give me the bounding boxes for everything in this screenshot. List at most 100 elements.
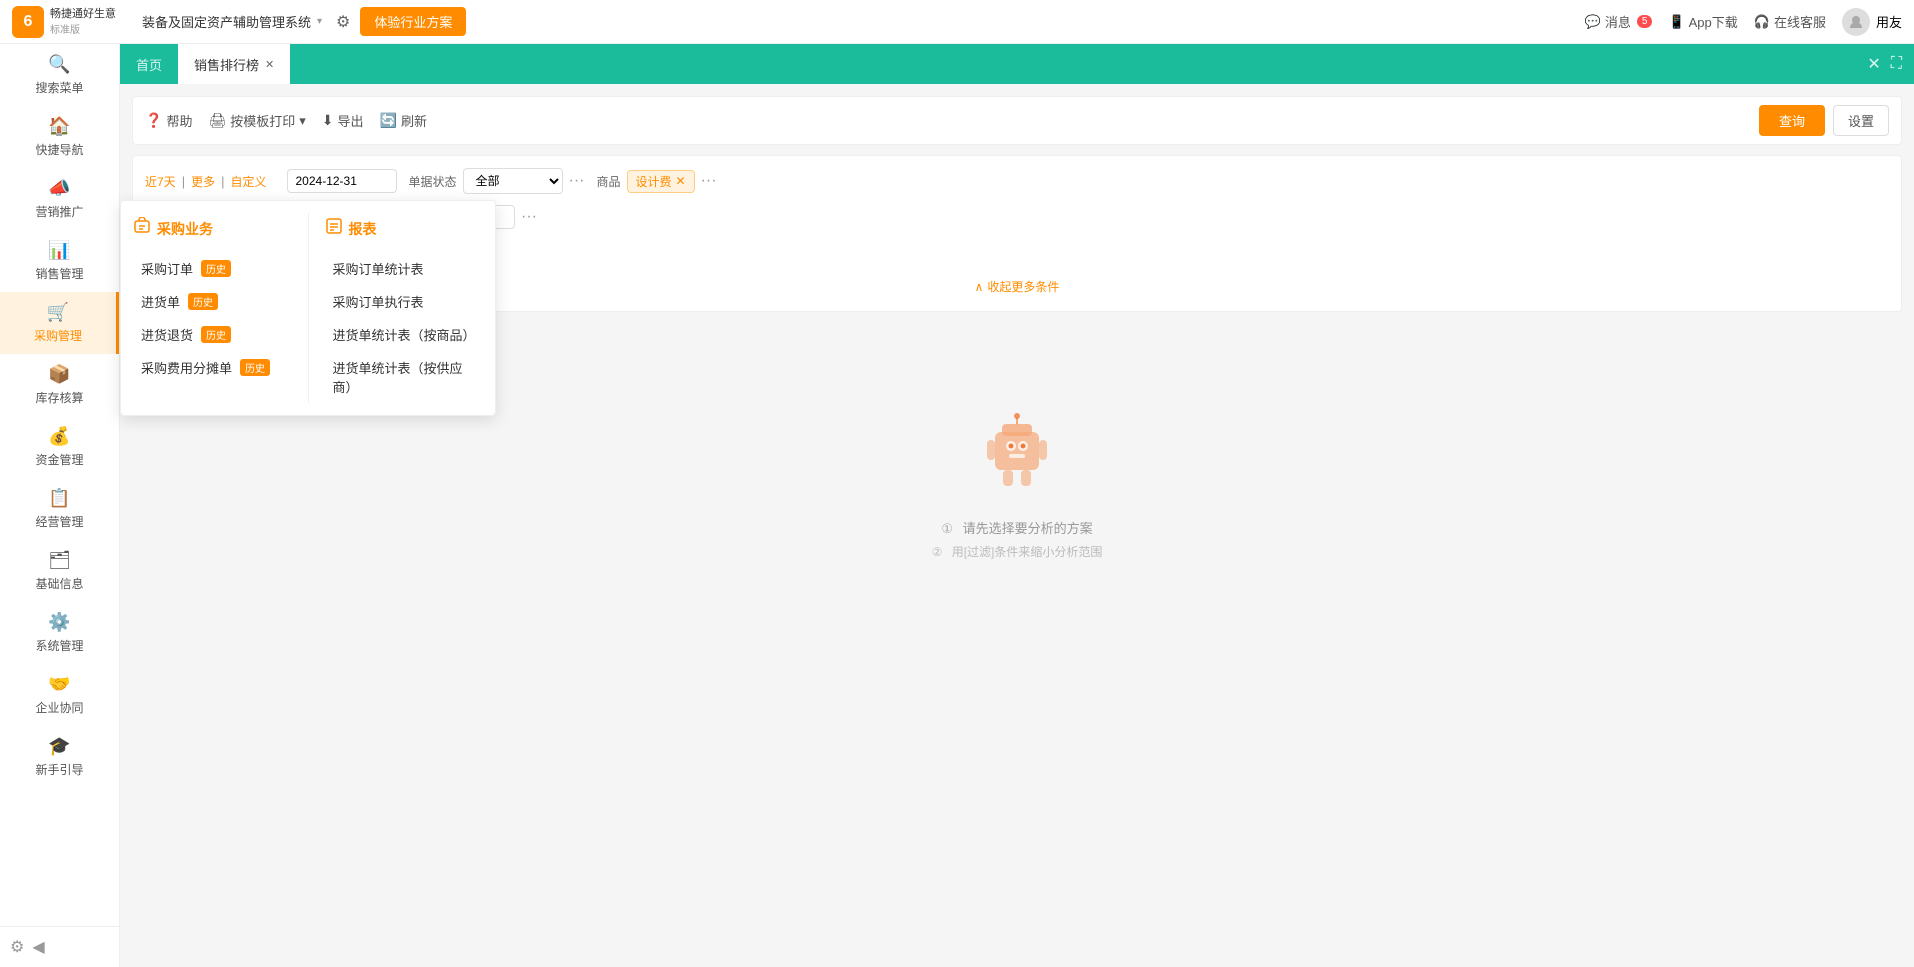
export-icon: ⬇ xyxy=(322,112,334,129)
marketing-icon: 📣 xyxy=(48,178,70,199)
sidebar-item-operation[interactable]: 📋 经营管理 xyxy=(0,478,119,540)
sidebar-label-finance: 资金管理 xyxy=(35,451,83,468)
cost-badge: 历史 xyxy=(240,359,270,376)
search-icon: 🔍 xyxy=(48,54,70,75)
goods-ellipsis[interactable]: ··· xyxy=(701,172,717,190)
sidebar-item-sales[interactable]: 📊 销售管理 xyxy=(0,230,119,292)
export-btn[interactable]: ⬇ 导出 xyxy=(322,111,364,130)
sidebar-label-purchase: 采购管理 xyxy=(34,327,82,344)
app-icon: 📱 xyxy=(1668,14,1684,30)
sidebar-item-collab[interactable]: 🤝 企业协同 xyxy=(0,664,119,726)
doc-status-select[interactable]: 全部 xyxy=(463,168,563,194)
report-section-title: 报表 xyxy=(325,213,484,244)
sidebar-item-inventory[interactable]: 📦 库存核算 xyxy=(0,354,119,416)
filter-date: 近7天 | 更多 | 自定义 xyxy=(145,169,397,193)
tab-bar: 首页 销售排行榜 ✕ ✕ ⛶ xyxy=(120,44,1914,84)
doc-status-ellipsis[interactable]: ··· xyxy=(569,172,585,190)
operation-icon: 📋 xyxy=(48,488,70,509)
goods-tag-close[interactable]: ✕ xyxy=(676,174,686,188)
purchase-icon: 🛒 xyxy=(47,302,69,323)
sidebar-label-collab: 企业协同 xyxy=(35,699,83,716)
message-badge: 5 xyxy=(1637,15,1653,28)
empty-hint2: ② 用[过滤]条件来缩小分析范围 xyxy=(932,543,1103,560)
top-header: 6 畅捷通好生意 标准版 装备及固定资产辅助管理系统 ▾ ⚙ 体验行业方案 💬 … xyxy=(0,0,1914,44)
sidebar-item-basic[interactable]: 🗂 基础信息 xyxy=(0,540,119,602)
collab-icon: 🤝 xyxy=(48,674,70,695)
system-title: 装备及固定资产辅助管理系统 ▾ ⚙ xyxy=(142,12,350,32)
collapse-btn[interactable]: ∧ 收起更多条件 xyxy=(975,278,1060,295)
menu-item-po-stats[interactable]: 采购订单统计表 xyxy=(325,252,484,285)
guide-icon: 🎓 xyxy=(48,736,70,757)
tab-home[interactable]: 首页 xyxy=(120,44,178,84)
purchase-order-badge: 历史 xyxy=(201,260,231,277)
system-settings-icon[interactable]: ⚙ xyxy=(336,12,350,32)
report-section-icon xyxy=(325,217,343,240)
sidebar-label-marketing: 营销推广 xyxy=(35,203,83,220)
sidebar-item-purchase[interactable]: 🛒 采购管理 xyxy=(0,292,119,354)
user-area[interactable]: 用友 xyxy=(1842,8,1902,36)
menu-item-inbound-supplier[interactable]: 进货单统计表（按供应商） xyxy=(325,351,484,403)
date-end-input[interactable] xyxy=(287,169,397,193)
tab-close-all-btn[interactable]: ✕ xyxy=(1867,54,1880,74)
setting-button[interactable]: 设置 xyxy=(1833,105,1889,136)
menu-item-return[interactable]: 进货退货 历史 xyxy=(133,318,292,351)
system-dropdown-icon[interactable]: ▾ xyxy=(317,16,322,27)
sidebar-label-basic: 基础信息 xyxy=(35,575,83,592)
menu-item-purchase-order[interactable]: 采购订单 历史 xyxy=(133,252,292,285)
purchase-dropdown-menu: 采购业务 采购订单 历史 进货单 历史 进货退货 历史 采购费用分摊单 历史 xyxy=(120,200,496,416)
app-download-action[interactable]: 📱 App下载 xyxy=(1668,12,1737,31)
sidebar-label-guide: 新手引导 xyxy=(35,761,83,778)
sidebar-item-finance[interactable]: 💰 资金管理 xyxy=(0,416,119,478)
sidebar-item-search[interactable]: 🔍 搜索菜单 xyxy=(0,44,119,106)
filter-doc-status: 单据状态 全部 ··· xyxy=(409,168,585,194)
message-action[interactable]: 💬 消息 5 xyxy=(1585,12,1653,31)
tab-expand-btn[interactable]: ⛶ xyxy=(1891,55,1902,73)
inventory-icon: 📦 xyxy=(48,364,70,385)
finance-icon: 💰 xyxy=(48,426,70,447)
sidebar-label-nav: 快捷导航 xyxy=(35,141,83,158)
help-btn[interactable]: ❓ 帮助 xyxy=(145,111,192,130)
sidebar-label-operation: 经营管理 xyxy=(35,513,83,530)
sidebar-item-guide[interactable]: 🎓 新手引导 xyxy=(0,726,119,788)
system-icon: ⚙️ xyxy=(48,612,70,633)
menu-item-po-exec[interactable]: 采购订单执行表 xyxy=(325,285,484,318)
user-label: 用友 xyxy=(1876,12,1902,31)
filter-row-1: 近7天 | 更多 | 自定义 单据状态 全部 ··· xyxy=(145,168,1889,194)
header-right: 💬 消息 5 📱 App下载 🎧 在线客服 用友 xyxy=(1585,8,1902,36)
sidebar-bottom: ⚙ ◀ xyxy=(0,926,119,967)
print-btn[interactable]: 🖨 按模板打印 ▾ xyxy=(208,111,305,130)
toolbar: ❓ 帮助 🖨 按模板打印 ▾ ⬇ 导出 🔄 刷新 查询 xyxy=(132,96,1902,145)
goods-tag: 设计费 ✕ xyxy=(627,170,695,193)
help-icon: ❓ xyxy=(145,112,162,129)
menu-item-inbound-goods[interactable]: 进货单统计表（按商品） xyxy=(325,318,484,351)
sidebar-label-sales: 销售管理 xyxy=(35,265,83,282)
date-7days-btn[interactable]: 近7天 xyxy=(145,173,176,190)
message-icon: 💬 xyxy=(1585,14,1601,30)
main-layout: 🔍 搜索菜单 🏠 快捷导航 📣 营销推广 📊 销售管理 🛒 采购管理 📦 库存核… xyxy=(0,44,1914,967)
sidebar-label-search: 搜索菜单 xyxy=(35,79,83,96)
tab-close-btn[interactable]: ✕ xyxy=(265,58,274,71)
menu-item-inbound[interactable]: 进货单 历史 xyxy=(133,285,292,318)
refresh-icon: 🔄 xyxy=(380,112,397,129)
industry-button[interactable]: 体验行业方案 xyxy=(360,7,466,36)
salesperson-ellipsis[interactable]: ··· xyxy=(521,208,537,226)
inbound-badge: 历史 xyxy=(188,293,218,310)
service-icon: 🎧 xyxy=(1754,14,1770,30)
date-more-btn[interactable]: 更多 xyxy=(191,173,215,190)
refresh-btn[interactable]: 🔄 刷新 xyxy=(380,111,427,130)
date-custom-btn[interactable]: 自定义 xyxy=(230,173,266,190)
sidebar-label-inventory: 库存核算 xyxy=(35,389,83,406)
sidebar-settings-btn[interactable]: ⚙ xyxy=(10,937,24,957)
sidebar-item-marketing[interactable]: 📣 营销推广 xyxy=(0,168,119,230)
sidebar-item-nav[interactable]: 🏠 快捷导航 xyxy=(0,106,119,168)
sidebar-collapse-btn[interactable]: ◀ xyxy=(32,937,44,957)
sidebar-item-system[interactable]: ⚙️ 系统管理 xyxy=(0,602,119,664)
logo-area: 6 畅捷通好生意 标准版 xyxy=(12,6,132,38)
query-button[interactable]: 查询 xyxy=(1759,105,1825,136)
tab-sales-ranking[interactable]: 销售排行榜 ✕ xyxy=(178,44,290,84)
robot-illustration xyxy=(967,402,1067,502)
print-dropdown-icon: ▾ xyxy=(299,113,306,129)
menu-item-cost-allocation[interactable]: 采购费用分摊单 历史 xyxy=(133,351,292,384)
online-service-action[interactable]: 🎧 在线客服 xyxy=(1754,12,1826,31)
avatar xyxy=(1842,8,1870,36)
